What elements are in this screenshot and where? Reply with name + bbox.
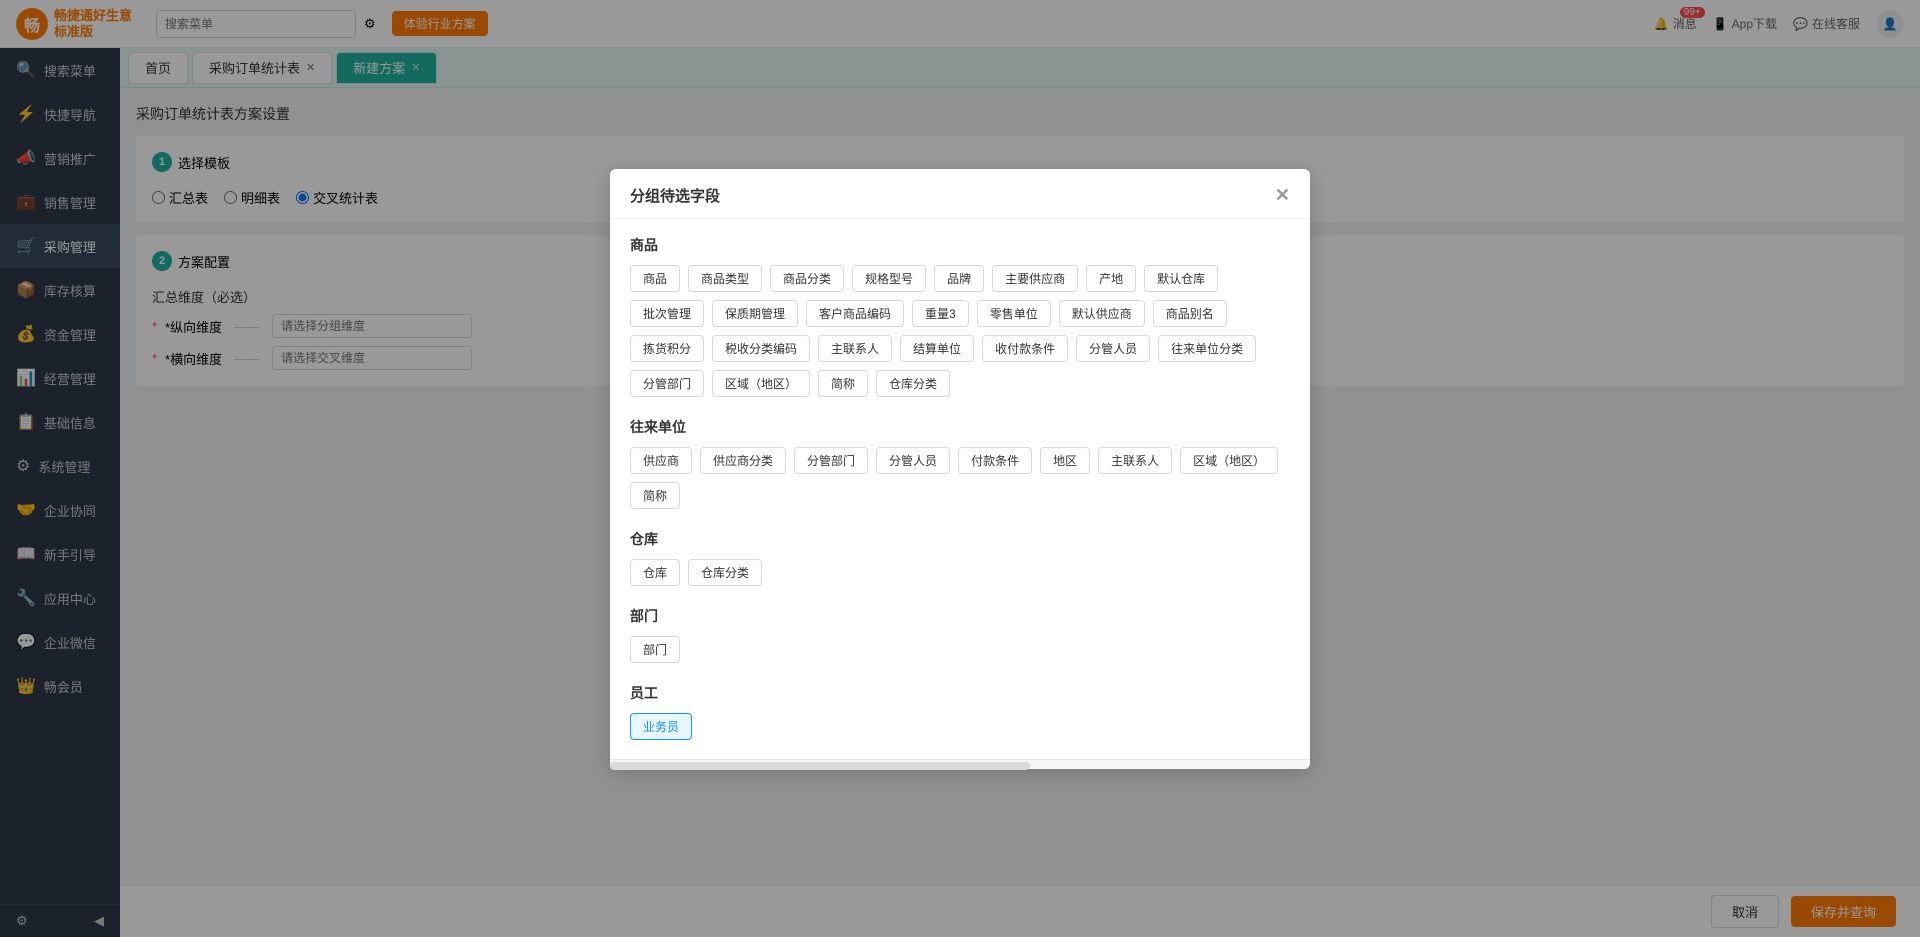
- field-tag[interactable]: 品牌: [934, 265, 984, 292]
- section-partner: 往来单位 供应商 供应商分类 分管部门 分管人员 付款条件 地区 主联系人 区域…: [630, 417, 1290, 509]
- field-tag[interactable]: 主联系人: [1098, 447, 1172, 474]
- field-tag[interactable]: 拣货积分: [630, 335, 704, 362]
- section-employee-title: 员工: [630, 683, 1290, 703]
- field-tag[interactable]: 分管部门: [794, 447, 868, 474]
- field-tag[interactable]: 分管部门: [630, 370, 704, 397]
- field-tag[interactable]: 仓库: [630, 559, 680, 586]
- field-tag[interactable]: 默认供应商: [1059, 300, 1145, 327]
- field-tag[interactable]: 客户商品编码: [806, 300, 904, 327]
- field-tag[interactable]: 默认仓库: [1144, 265, 1218, 292]
- field-tag[interactable]: 供应商: [630, 447, 692, 474]
- field-tag[interactable]: 批次管理: [630, 300, 704, 327]
- section-product-title: 商品: [630, 235, 1290, 255]
- field-tag[interactable]: 区域（地区）: [1180, 447, 1278, 474]
- section-department: 部门 部门: [630, 606, 1290, 663]
- field-tag[interactable]: 仓库分类: [688, 559, 762, 586]
- field-tag[interactable]: 商品分类: [770, 265, 844, 292]
- modal-header: 分组待选字段 ✕: [610, 169, 1310, 219]
- section-partner-fields: 供应商 供应商分类 分管部门 分管人员 付款条件 地区 主联系人 区域（地区） …: [630, 447, 1290, 509]
- scrollbar-thumb: [610, 762, 1030, 770]
- section-department-title: 部门: [630, 606, 1290, 626]
- section-warehouse-title: 仓库: [630, 529, 1290, 549]
- field-tag[interactable]: 简称: [818, 370, 868, 397]
- field-tag[interactable]: 产地: [1086, 265, 1136, 292]
- section-employee: 员工 业务员: [630, 683, 1290, 740]
- field-tag[interactable]: 商品: [630, 265, 680, 292]
- field-tag[interactable]: 付款条件: [958, 447, 1032, 474]
- field-tag[interactable]: 部门: [630, 636, 680, 663]
- field-tag[interactable]: 重量3: [912, 300, 969, 327]
- modal-body: 商品 商品 商品类型 商品分类 规格型号 品牌 主要供应商 产地 默认仓库 批次…: [610, 219, 1310, 759]
- section-employee-fields: 业务员: [630, 713, 1290, 740]
- field-tag[interactable]: 地区: [1040, 447, 1090, 474]
- field-tag[interactable]: 主要供应商: [992, 265, 1078, 292]
- field-tag[interactable]: 保质期管理: [712, 300, 798, 327]
- field-tag[interactable]: 往来单位分类: [1158, 335, 1256, 362]
- section-department-fields: 部门: [630, 636, 1290, 663]
- field-tag[interactable]: 税收分类编码: [712, 335, 810, 362]
- modal-close-button[interactable]: ✕: [1275, 185, 1290, 206]
- field-tag[interactable]: 规格型号: [852, 265, 926, 292]
- section-warehouse: 仓库 仓库 仓库分类: [630, 529, 1290, 586]
- field-tag[interactable]: 简称: [630, 482, 680, 509]
- field-tag[interactable]: 分管人员: [876, 447, 950, 474]
- field-tag[interactable]: 零售单位: [977, 300, 1051, 327]
- section-product: 商品 商品 商品类型 商品分类 规格型号 品牌 主要供应商 产地 默认仓库 批次…: [630, 235, 1290, 397]
- field-tag[interactable]: 收付款条件: [982, 335, 1068, 362]
- field-tag[interactable]: 商品别名: [1153, 300, 1227, 327]
- field-tag[interactable]: 供应商分类: [700, 447, 786, 474]
- field-tag[interactable]: 商品类型: [688, 265, 762, 292]
- field-selection-modal: 分组待选字段 ✕ 商品 商品 商品类型 商品分类 规格型号 品牌 主要供应商 产…: [610, 169, 1310, 769]
- field-tag-salesperson[interactable]: 业务员: [630, 713, 692, 740]
- field-tag[interactable]: 分管人员: [1076, 335, 1150, 362]
- modal-overlay: 分组待选字段 ✕ 商品 商品 商品类型 商品分类 规格型号 品牌 主要供应商 产…: [0, 0, 1920, 937]
- field-tag[interactable]: 主联系人: [818, 335, 892, 362]
- section-partner-title: 往来单位: [630, 417, 1290, 437]
- modal-title: 分组待选字段: [630, 185, 720, 206]
- modal-scrollbar[interactable]: [610, 759, 1310, 769]
- field-tag[interactable]: 仓库分类: [876, 370, 950, 397]
- field-tag[interactable]: 结算单位: [900, 335, 974, 362]
- section-product-fields: 商品 商品类型 商品分类 规格型号 品牌 主要供应商 产地 默认仓库 批次管理 …: [630, 265, 1290, 397]
- field-tag[interactable]: 区域（地区）: [712, 370, 810, 397]
- section-warehouse-fields: 仓库 仓库分类: [630, 559, 1290, 586]
